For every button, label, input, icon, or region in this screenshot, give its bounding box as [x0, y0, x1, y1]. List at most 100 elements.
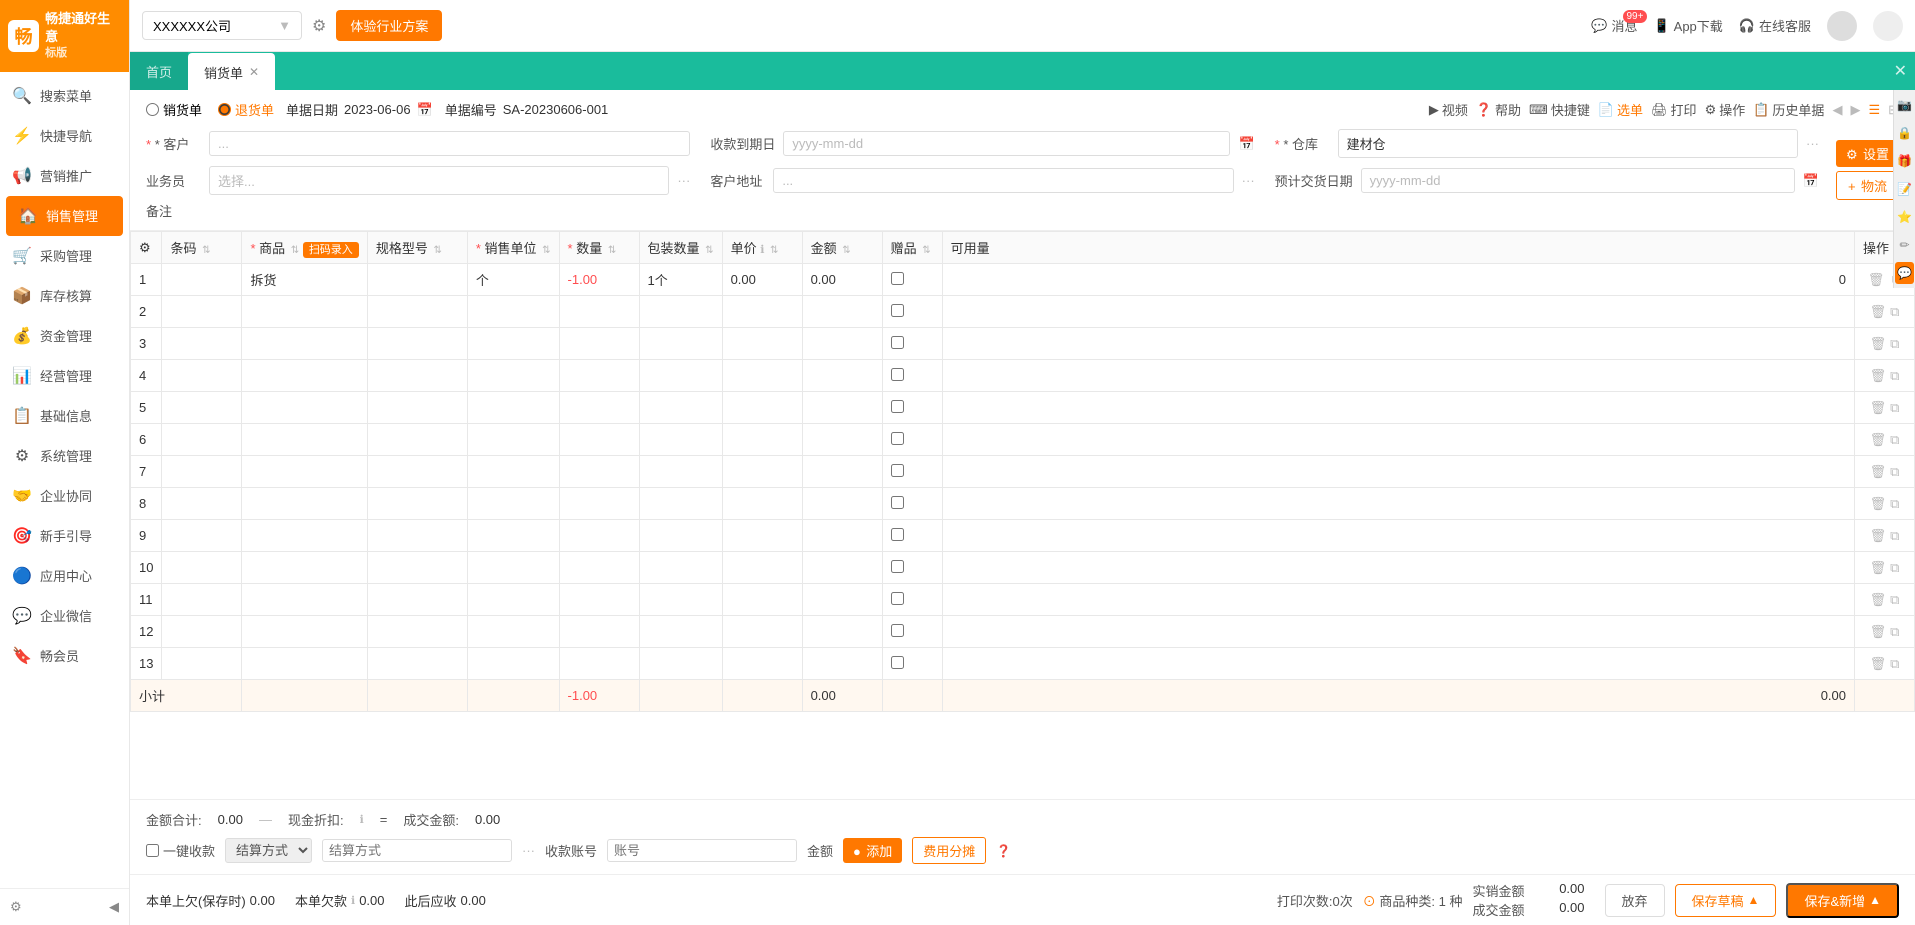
copy-icon[interactable]: ⧉ [1890, 624, 1899, 639]
rp-star-icon[interactable]: ⭐ [1897, 206, 1912, 228]
delete-icon[interactable]: 🗑 [1870, 528, 1887, 543]
copy-icon[interactable]: ⧉ [1890, 592, 1899, 607]
add-payment-btn[interactable]: ● 添加 [843, 838, 902, 863]
app-download-btn[interactable]: 📱 App下载 [1653, 16, 1722, 35]
gift-checkbox[interactable] [891, 592, 904, 605]
service-btn[interactable]: 🎧 在线客服 [1739, 16, 1811, 35]
rp-gift-icon[interactable]: 🎁 [1897, 150, 1912, 172]
gift-checkbox[interactable] [891, 560, 904, 573]
help-btn[interactable]: ❓ 帮助 [1476, 100, 1521, 119]
delete-icon[interactable]: 🗑 [1868, 272, 1885, 287]
gift-checkbox[interactable] [891, 528, 904, 541]
gift-checkbox[interactable] [891, 336, 904, 349]
warehouse-input[interactable]: 建材仓 [1338, 129, 1798, 158]
sidebar-item-marketing[interactable]: 📢 营销推广 [0, 156, 129, 196]
delete-icon[interactable]: 🗑 [1870, 432, 1887, 447]
select-order-btn[interactable]: 📄 选单 [1598, 100, 1643, 119]
sidebar-item-quick-nav[interactable]: ⚡ 快捷导航 [0, 116, 129, 156]
delete-icon[interactable]: 🗑 [1870, 304, 1887, 319]
gift-checkbox[interactable] [891, 656, 904, 669]
expense-btn[interactable]: 费用分摊 [912, 837, 986, 864]
one-click-checkbox[interactable] [146, 844, 159, 857]
gift-checkbox[interactable] [891, 368, 904, 381]
gift-checkbox[interactable] [891, 272, 904, 285]
delivery-calendar-icon[interactable]: 📅 [1803, 173, 1819, 189]
copy-icon[interactable]: ⧉ [1890, 560, 1899, 575]
delete-icon[interactable]: 🗑 [1870, 368, 1887, 383]
copy-icon[interactable]: ⧉ [1890, 464, 1899, 479]
copy-icon[interactable]: ⧉ [1890, 656, 1899, 671]
row-spec[interactable] [367, 264, 467, 296]
warehouse-dots-icon[interactable]: ··· [1806, 136, 1819, 151]
tab-home[interactable]: 首页 [130, 52, 188, 90]
sidebar-item-app-center[interactable]: 🔵 应用中心 [0, 556, 129, 596]
video-btn[interactable]: ▶ 视频 [1429, 100, 1468, 119]
sidebar-item-sales[interactable]: 🏠 销售管理 [6, 196, 123, 236]
one-click-payment-checkbox[interactable]: 一键收款 [146, 841, 215, 860]
delete-icon[interactable]: 🗑 [1870, 592, 1887, 607]
sidebar-item-member[interactable]: 🔖 畅会员 [0, 636, 129, 676]
sidebar-item-search[interactable]: 🔍 搜索菜单 [0, 76, 129, 116]
save-new-btn[interactable]: 保存&新增 ▲ [1786, 883, 1899, 918]
trial-btn[interactable]: 体验行业方案 [336, 10, 442, 41]
customer-input[interactable]: ... [209, 131, 690, 156]
tab-close-icon[interactable]: ✕ [249, 65, 259, 79]
delete-icon[interactable]: 🗑 [1870, 336, 1887, 351]
row-amount[interactable]: 0.00 [802, 264, 882, 296]
addr-dots-icon[interactable]: ··· [1242, 173, 1255, 188]
calendar-icon[interactable]: 📅 [417, 102, 433, 118]
discard-btn[interactable]: 放弃 [1605, 884, 1665, 917]
rp-camera-icon[interactable]: 📷 [1897, 94, 1912, 116]
row-price[interactable]: 0.00 [722, 264, 802, 296]
user-avatar-extra[interactable] [1873, 11, 1903, 41]
payment-dots-icon[interactable]: ··· [522, 843, 535, 858]
settings-gear-icon[interactable]: ⚙ [10, 899, 22, 915]
gift-checkbox[interactable] [891, 624, 904, 637]
tab-sales-order[interactable]: 销货单 ✕ [188, 53, 275, 91]
payment-account-input[interactable] [607, 839, 797, 862]
copy-icon[interactable]: ⧉ [1890, 400, 1899, 415]
radio-return[interactable]: 退货单 [218, 100, 274, 119]
radio-return-input[interactable] [218, 103, 231, 116]
sidebar-item-wechat[interactable]: 💬 企业微信 [0, 596, 129, 636]
delete-icon[interactable]: 🗑 [1870, 496, 1887, 511]
tab-close-all-icon[interactable]: ✕ [1894, 63, 1907, 80]
delete-icon[interactable]: 🗑 [1870, 624, 1887, 639]
sidebar-item-operations[interactable]: 📊 经营管理 [0, 356, 129, 396]
discount-info-icon[interactable]: ℹ [360, 813, 364, 826]
row-product[interactable]: 拆货 [242, 264, 367, 296]
next-icon[interactable]: ▶ [1850, 102, 1860, 118]
gift-checkbox[interactable] [891, 432, 904, 445]
settings-icon[interactable]: ⚙ [312, 16, 326, 36]
rp-edit-icon[interactable]: ✏ [1899, 234, 1909, 256]
row-unit[interactable]: 个 [467, 264, 559, 296]
settings-btn[interactable]: ⚙ 设置 [1836, 140, 1899, 167]
payment-method-input[interactable] [322, 839, 512, 862]
col-settings[interactable]: ⚙ [131, 232, 162, 264]
copy-icon[interactable]: ⧉ [1890, 304, 1899, 319]
list-view-icon[interactable]: ☰ [1868, 102, 1880, 118]
gift-checkbox[interactable] [891, 400, 904, 413]
delete-icon[interactable]: 🗑 [1870, 656, 1887, 671]
radio-sales-input[interactable] [146, 103, 159, 116]
sidebar-item-system[interactable]: ⚙ 系统管理 [0, 436, 129, 476]
rp-note-icon[interactable]: 📝 [1897, 178, 1912, 200]
rp-lock-icon[interactable]: 🔒 [1897, 122, 1912, 144]
overdue-info-icon[interactable]: ℹ [351, 894, 355, 907]
row-gift[interactable] [882, 264, 942, 296]
prev-icon[interactable]: ◀ [1832, 102, 1842, 118]
delivery-date-input[interactable]: yyyy-mm-dd [1361, 168, 1795, 193]
sidebar-item-finance[interactable]: 💰 资金管理 [0, 316, 129, 356]
payment-date-calendar-icon[interactable]: 📅 [1238, 136, 1254, 152]
copy-icon[interactable]: ⧉ [1890, 528, 1899, 543]
history-btn[interactable]: 📋 历史单据 [1753, 100, 1824, 119]
company-selector[interactable]: XXXXXX公司 ▼ [142, 11, 302, 40]
price-info-icon[interactable]: ℹ [760, 244, 764, 256]
rp-orange-btn[interactable]: 💬 [1895, 262, 1914, 284]
sidebar-item-purchase[interactable]: 🛒 采购管理 [0, 236, 129, 276]
print-btn[interactable]: 🖨 打印 [1651, 100, 1697, 119]
collapse-icon[interactable]: ◀ [109, 899, 119, 915]
row-barcode[interactable] [162, 264, 242, 296]
gift-checkbox[interactable] [891, 464, 904, 477]
message-btn[interactable]: 💬 消息 99+ [1591, 16, 1637, 35]
